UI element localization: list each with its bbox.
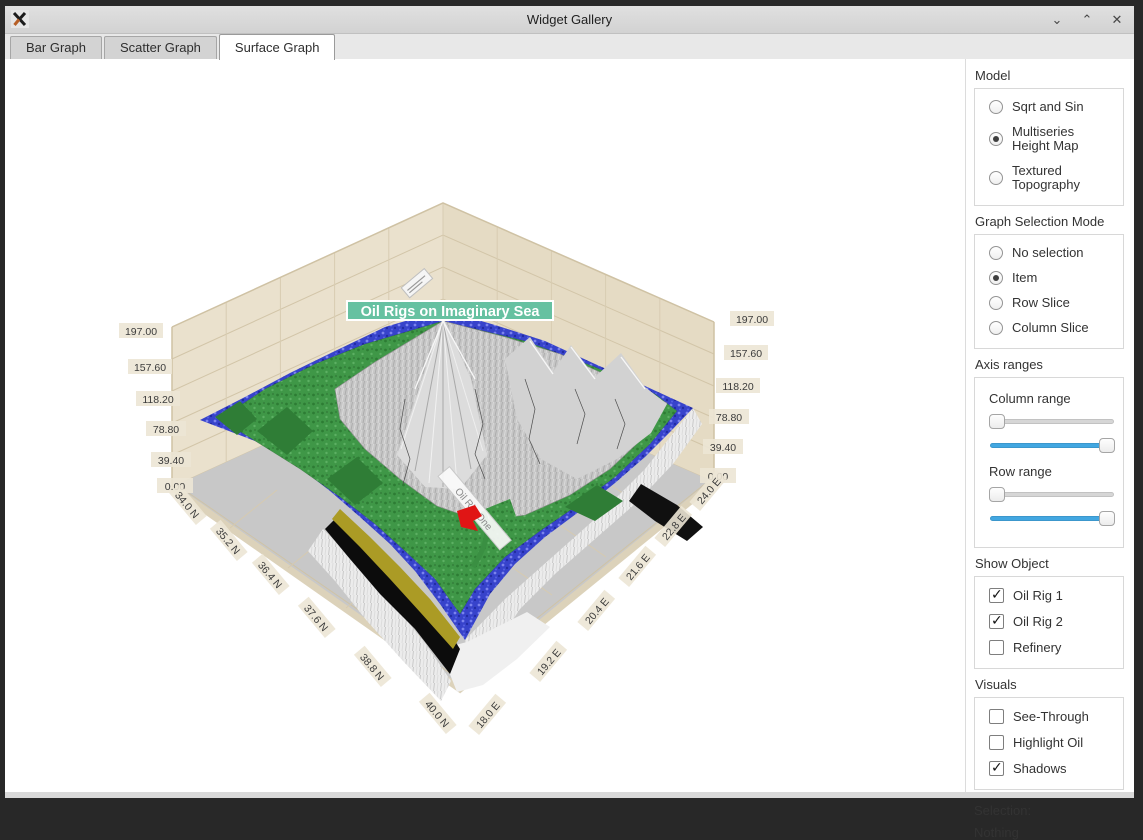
svg-text:Oil Rigs on Imaginary Sea: Oil Rigs on Imaginary Sea [361,304,541,320]
radio-icon [989,100,1003,114]
svg-text:197.00: 197.00 [125,326,157,338]
chart-title-banner: Oil Rigs on Imaginary Sea [347,301,553,320]
tab-bar-graph[interactable]: Bar Graph [10,36,102,59]
control-panel: Model Sqrt and Sin Multiseries Height Ma… [966,59,1134,792]
radio-multiseries-height-map[interactable]: Multiseries Height Map [989,125,1117,153]
column-range-label: Column range [989,391,1117,406]
slider-handle[interactable] [989,414,1005,429]
radio-icon [989,271,1003,285]
minimize-button[interactable]: ⌄ [1050,12,1064,28]
checkbox-oil-rig-2[interactable]: ✓ Oil Rig 2 [989,614,1117,629]
slider-handle[interactable] [989,487,1005,502]
selection-mode-group: No selection Item Row Slice Column Slice [974,234,1124,349]
radio-icon [989,171,1003,185]
checkbox-icon: ✓ [989,640,1004,655]
column-range-max-slider[interactable] [989,437,1115,454]
radio-icon [989,296,1003,310]
slider-handle[interactable] [1099,438,1115,453]
axis-ranges-group-label: Axis ranges [975,357,1134,372]
tab-scatter-graph[interactable]: Scatter Graph [104,36,217,59]
main-window: Widget Gallery ⌄ ⌃ ✕ Bar Graph Scatter G… [5,6,1134,798]
radio-icon [989,246,1003,260]
radio-row-slice[interactable]: Row Slice [989,296,1117,310]
show-object-group: ✓ Oil Rig 1 ✓ Oil Rig 2 ✓ Refinery [974,576,1124,669]
svg-text:197.00: 197.00 [736,314,768,326]
checkbox-shadows[interactable]: ✓ Shadows [989,761,1117,776]
svg-text:157.60: 157.60 [134,362,166,374]
model-group-label: Model [975,68,1134,83]
checkbox-icon: ✓ [989,735,1004,750]
selection-mode-group-label: Graph Selection Mode [975,214,1134,229]
maximize-button[interactable]: ⌃ [1080,12,1094,28]
row-range-min-slider[interactable] [989,486,1115,503]
slider-handle[interactable] [1099,511,1115,526]
radio-no-selection[interactable]: No selection [989,246,1117,260]
checkbox-icon: ✓ [989,709,1004,724]
selection-label: Selection: [974,803,1134,818]
visuals-group: ✓ See-Through ✓ Highlight Oil ✓ Shadows [974,697,1124,790]
row-range-label: Row range [989,464,1117,479]
radio-sqrt-and-sin[interactable]: Sqrt and Sin [989,100,1117,114]
checkbox-icon: ✓ [989,614,1004,629]
radio-item[interactable]: Item [989,271,1117,285]
close-button[interactable]: ✕ [1110,12,1124,28]
visuals-group-label: Visuals [975,677,1134,692]
selection-status: Selection: Nothing [974,803,1134,840]
svg-text:39.40: 39.40 [158,455,184,467]
radio-icon [989,132,1003,146]
checkbox-highlight-oil[interactable]: ✓ Highlight Oil [989,735,1117,750]
row-range-max-slider[interactable] [989,510,1115,527]
radio-column-slice[interactable]: Column Slice [989,321,1117,335]
axis-ranges-group: Column range Row range [974,377,1124,548]
tab-surface-graph[interactable]: Surface Graph [219,34,336,60]
svg-text:78.80: 78.80 [153,424,179,436]
checkbox-see-through[interactable]: ✓ See-Through [989,709,1117,724]
radio-icon [989,321,1003,335]
svg-text:118.20: 118.20 [722,381,753,393]
tab-bar: Bar Graph Scatter Graph Surface Graph [5,34,1134,60]
model-group: Sqrt and Sin Multiseries Height Map Text… [974,88,1124,206]
checkbox-icon: ✓ [989,588,1004,603]
svg-text:39.40: 39.40 [710,442,736,454]
title-bar[interactable]: Widget Gallery ⌄ ⌃ ✕ [5,6,1134,34]
window-title: Widget Gallery [5,6,1134,33]
surface-plot-3d[interactable]: Oil Rig One Oil Rigs on Imaginary Sea 0.… [5,59,965,792]
checkbox-refinery[interactable]: ✓ Refinery [989,640,1117,655]
column-range-min-slider[interactable] [989,413,1115,430]
show-object-group-label: Show Object [975,556,1134,571]
svg-text:157.60: 157.60 [730,348,762,360]
surface-graph-view[interactable]: Oil Rig One Oil Rigs on Imaginary Sea 0.… [5,59,966,792]
svg-text:118.20: 118.20 [142,394,173,406]
checkbox-oil-rig-1[interactable]: ✓ Oil Rig 1 [989,588,1117,603]
tab-content: Oil Rig One Oil Rigs on Imaginary Sea 0.… [5,59,1134,792]
selection-value: Nothing [974,825,1134,840]
radio-textured-topography[interactable]: Textured Topography [989,164,1117,192]
checkbox-icon: ✓ [989,761,1004,776]
svg-text:78.80: 78.80 [716,412,742,424]
